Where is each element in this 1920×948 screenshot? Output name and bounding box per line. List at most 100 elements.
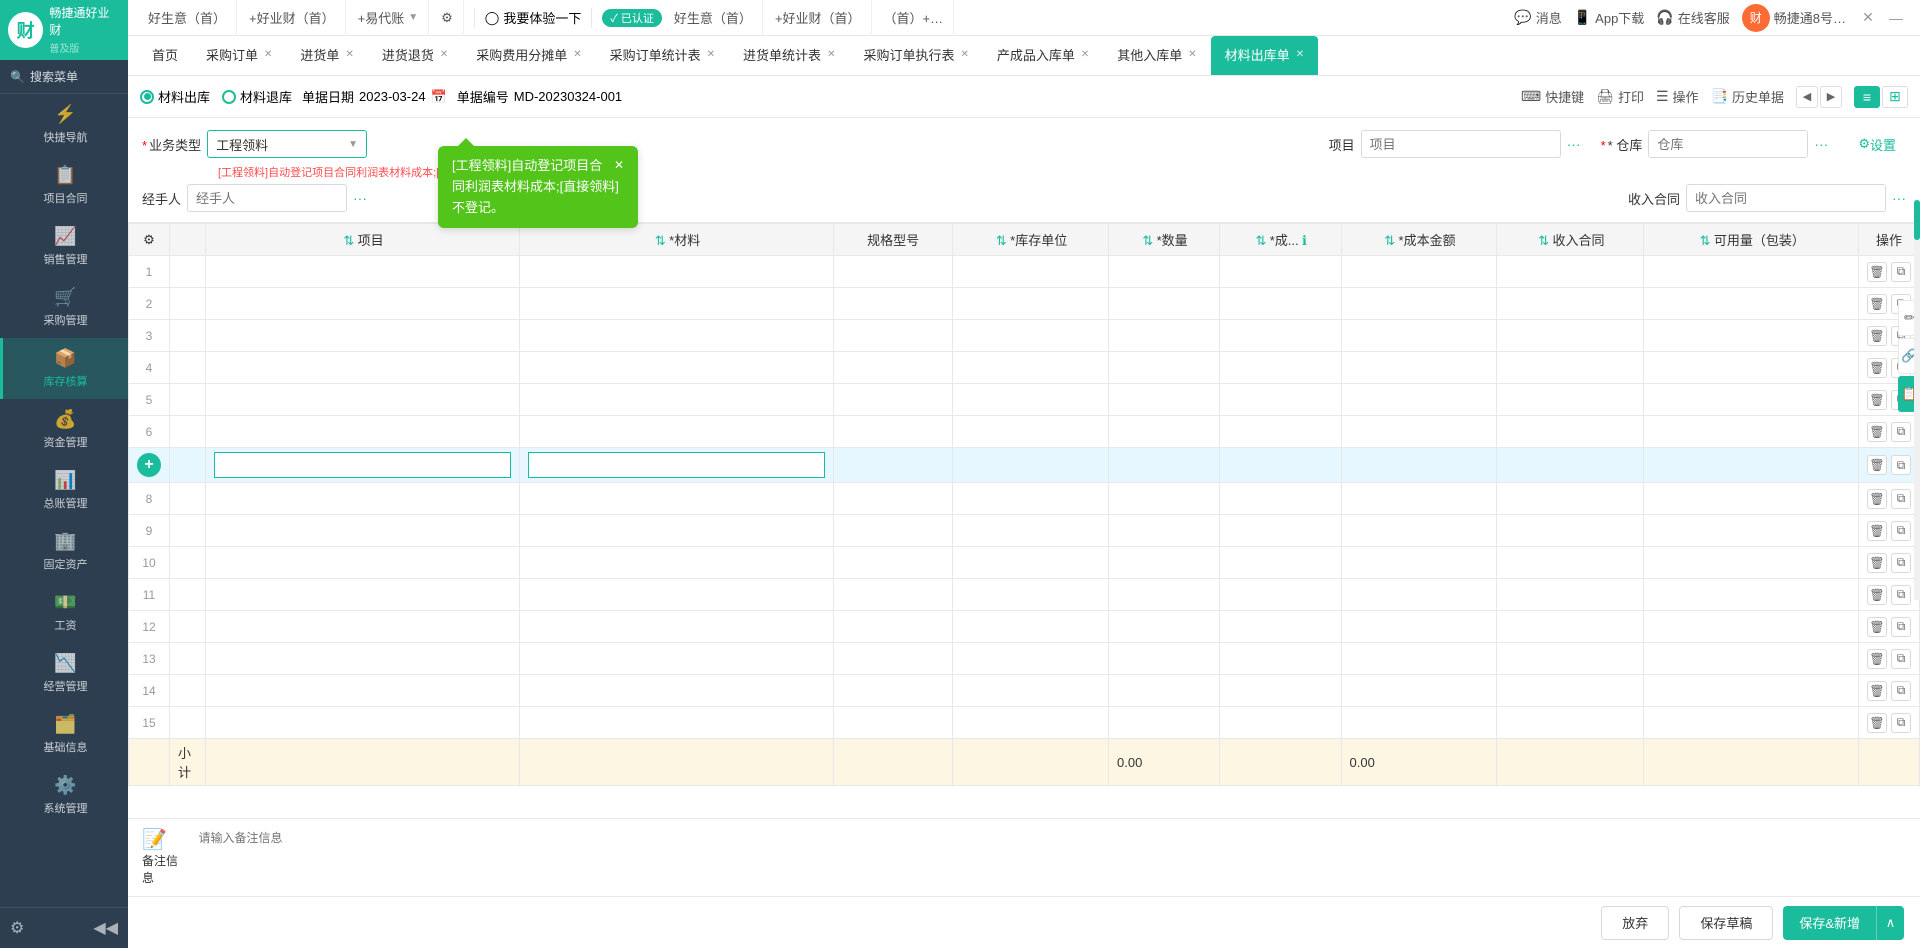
cell-spec[interactable] [834,707,953,739]
cell-qty[interactable] [1109,611,1220,643]
topbar-tab-settings[interactable]: ⚙ [431,0,464,36]
cell-ic[interactable] [1497,707,1644,739]
delete-row-btn[interactable]: 🗑 [1867,326,1887,346]
th-cost[interactable]: ⇅ *成... ℹ [1219,224,1341,256]
cell-unit[interactable] [953,320,1109,352]
delete-row-btn[interactable]: 🗑 [1867,713,1887,733]
cell-cost-active[interactable] [1219,448,1341,483]
cell-ca[interactable] [1341,515,1497,547]
cell-spec[interactable] [834,547,953,579]
navtab-receipt[interactable]: 进货单 ✕ [286,36,367,76]
user-menu[interactable]: 财 畅捷通8号… [1742,4,1846,32]
cell-spec[interactable] [834,515,953,547]
project-dots-icon[interactable]: ··· [1567,136,1581,152]
cell-av[interactable] [1644,483,1859,515]
th-project[interactable]: ⇅ 项目 [206,224,520,256]
cell-unit[interactable] [953,384,1109,416]
sidebar-item-basic[interactable]: 🗂️ 基础信息 [0,704,128,765]
cell-cost[interactable] [1219,611,1341,643]
cell-ic[interactable] [1497,352,1644,384]
cell-proj[interactable] [206,384,520,416]
quickkey-btn[interactable]: ⌨ 快捷键 [1521,87,1584,106]
navtab-mo-close[interactable]: ✕ [1296,49,1304,60]
grid-view-btn[interactable]: ⊞ [1882,86,1908,108]
copy-row-btn[interactable]: ⧉ [1891,617,1911,637]
navtab-po-close[interactable]: ✕ [264,49,272,60]
cell-ic[interactable] [1497,579,1644,611]
cell-mat[interactable] [520,483,834,515]
cell-av[interactable] [1644,675,1859,707]
cell-av[interactable] [1644,707,1859,739]
cell-proj[interactable] [206,483,520,515]
radio-material-out[interactable]: 材料出库 [140,87,210,106]
scrollbar-thumb[interactable] [1914,200,1920,240]
cell-spec[interactable] [834,416,953,448]
copy-row-btn[interactable]: ⧉ [1891,553,1911,573]
prev-arrow[interactable]: ◀ [1796,86,1818,108]
cell-mat-active[interactable] [520,448,834,483]
cell-av[interactable] [1644,352,1859,384]
cell-unit[interactable] [953,483,1109,515]
cell-qty[interactable] [1109,352,1220,384]
cell-cost[interactable] [1219,384,1341,416]
cell-qty[interactable] [1109,483,1220,515]
delete-row-btn[interactable]: 🗑 [1867,390,1887,410]
cell-ca-active[interactable] [1341,448,1497,483]
cell-qty[interactable] [1109,416,1220,448]
sidebar-item-operations[interactable]: 📉 经营管理 [0,643,128,704]
window-close-btn[interactable]: ✕ [1858,8,1878,28]
cell-unit[interactable] [953,256,1109,288]
th-income-contract[interactable]: ⇅ 收入合同 [1497,224,1644,256]
cell-proj[interactable] [206,707,520,739]
delete-row-btn[interactable]: 🗑 [1867,358,1887,378]
cell-mat[interactable] [520,643,834,675]
cell-qty[interactable] [1109,384,1220,416]
cell-av[interactable] [1644,320,1859,352]
cell-cost[interactable] [1219,256,1341,288]
cell-unit[interactable] [953,643,1109,675]
cell-unit[interactable] [953,515,1109,547]
cell-ca[interactable] [1341,384,1497,416]
delete-row-btn[interactable]: 🗑 [1867,489,1887,509]
th-material[interactable]: ⇅ *材料 [520,224,834,256]
th-unit[interactable]: ⇅ *库存单位 [953,224,1109,256]
cell-unit[interactable] [953,611,1109,643]
delete-active-btn[interactable]: 🗑 [1867,455,1887,475]
collapse-icon[interactable]: ◀◀ [93,918,118,938]
cell-proj[interactable] [206,515,520,547]
cell-mat[interactable] [520,675,834,707]
th-settings[interactable]: ⚙ [129,224,170,256]
cell-mat[interactable] [520,288,834,320]
calendar-icon[interactable]: 📅 [431,89,447,105]
cell-proj[interactable] [206,256,520,288]
cell-proj[interactable] [206,320,520,352]
cell-ic[interactable] [1497,643,1644,675]
cell-unit[interactable] [953,579,1109,611]
topbar-mid-more[interactable]: （首）+… [874,0,955,36]
cell-ic[interactable] [1497,320,1644,352]
cell-unit-active[interactable] [953,448,1109,483]
add-row-button[interactable]: + [137,453,161,477]
app-download-btn[interactable]: 📱 App下载 [1574,8,1645,27]
sidebar-item-system[interactable]: ⚙️ 系统管理 [0,765,128,826]
sidebar-item-quicknav[interactable]: ⚡ 快捷导航 [0,94,128,155]
cell-qty-active[interactable] [1109,448,1220,483]
cell-spec[interactable] [834,483,953,515]
cell-spec[interactable] [834,384,953,416]
navtab-expense[interactable]: 采购费用分摊单 ✕ [462,36,595,76]
cell-mat[interactable] [520,320,834,352]
cell-spec-active[interactable] [834,448,953,483]
cell-cost[interactable] [1219,547,1341,579]
list-view-btn[interactable]: ≡ [1854,86,1880,108]
cell-qty[interactable] [1109,643,1220,675]
cell-qty[interactable] [1109,515,1220,547]
cell-qty[interactable] [1109,579,1220,611]
delete-row-btn[interactable]: 🗑 [1867,553,1887,573]
topbar-tab-haosy[interactable]: 好生意（首） [138,0,237,36]
cell-ca[interactable] [1341,643,1497,675]
sidebar-item-assets[interactable]: 🏢 固定资产 [0,521,128,582]
cell-cost[interactable] [1219,352,1341,384]
active-proj-input[interactable] [214,452,511,478]
cell-proj[interactable] [206,675,520,707]
navtab-po-stats-close[interactable]: ✕ [707,49,715,60]
